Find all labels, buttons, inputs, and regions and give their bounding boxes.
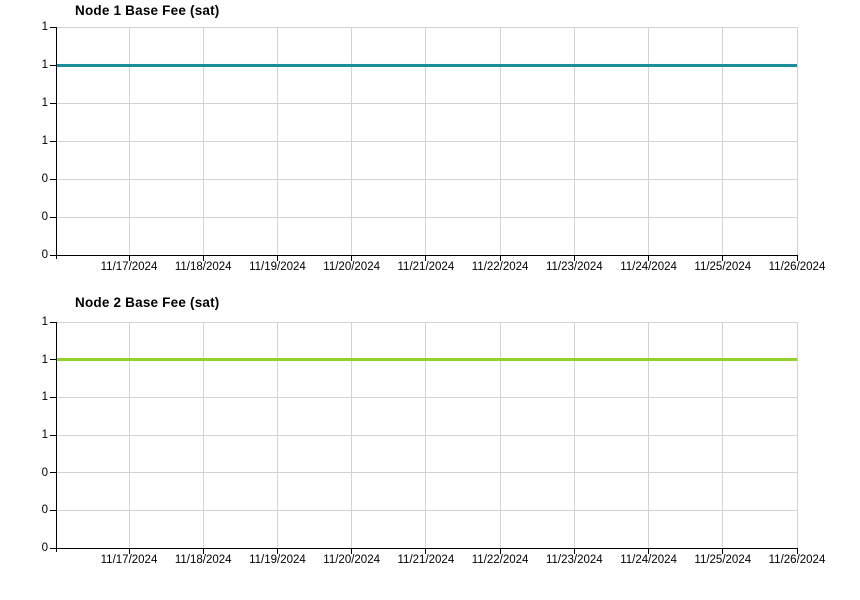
grid-line-horizontal [57, 140, 797, 142]
x-tick-label: 11/17/2024 [100, 554, 158, 566]
grid-line-vertical [648, 322, 650, 548]
x-axis-line [56, 255, 797, 256]
grid-line-horizontal [57, 434, 797, 436]
grid-line-vertical [722, 322, 724, 548]
grid-line-vertical [202, 322, 204, 548]
x-tick-label: 11/17/2024 [100, 261, 158, 273]
grid-line-vertical [128, 322, 130, 548]
y-tick-label: 1 [41, 59, 48, 71]
y-tick-label: 1 [41, 353, 48, 366]
series-line-node-2-base-fee [57, 358, 797, 362]
y-tick-label: 1 [41, 429, 48, 441]
x-tick-label: 11/26/2024 [768, 554, 826, 566]
x-tick-label: 11/23/2024 [545, 554, 603, 566]
x-tick-label: 11/19/2024 [249, 261, 306, 273]
grid-line-vertical [351, 322, 353, 548]
y-tick-label: 1 [41, 21, 48, 33]
grid-line-vertical [425, 27, 427, 255]
grid-line-vertical [499, 27, 501, 255]
grid-line-horizontal [57, 509, 797, 511]
x-tick-label: 11/20/2024 [323, 554, 380, 566]
x-tick-label: 11/24/2024 [620, 261, 677, 273]
grid-line-vertical [425, 322, 427, 548]
y-tick-label: 0 [41, 211, 48, 223]
grid-line-horizontal [57, 396, 797, 398]
y-tick-label: 0 [41, 466, 48, 479]
x-tick-label: 11/26/2024 [768, 261, 826, 273]
y-tick-label: 1 [41, 97, 48, 109]
x-tick-label: 11/20/2024 [323, 261, 380, 273]
grid-line-vertical [796, 27, 798, 255]
grid-line-horizontal [57, 321, 797, 323]
x-tick-label: 11/18/2024 [174, 554, 232, 566]
y-tick-label: 1 [41, 391, 48, 404]
y-tick-label: 1 [41, 135, 48, 147]
series-line-node-1-base-fee [57, 63, 797, 67]
y-tick-label: 1 [41, 316, 48, 328]
y-tick-label: 0 [41, 504, 48, 517]
grid-line-vertical [202, 27, 204, 255]
grid-line-horizontal [57, 216, 797, 218]
grid-line-vertical [499, 322, 501, 548]
grid-line-vertical [128, 27, 130, 255]
grid-line-vertical [573, 27, 575, 255]
x-tick-label: 11/21/2024 [397, 554, 455, 566]
x-tick-label: 11/25/2024 [694, 261, 752, 273]
x-tick-label: 11/23/2024 [545, 261, 603, 273]
grid-line-horizontal [57, 472, 797, 474]
grid-line-vertical [276, 322, 278, 548]
grid-line-vertical [573, 322, 575, 548]
x-tick-label: 11/19/2024 [249, 554, 306, 566]
x-tick-label: 11/21/2024 [397, 261, 455, 273]
x-tick-label: 11/22/2024 [471, 261, 529, 273]
grid-line-vertical [276, 27, 278, 255]
base-fee-charts-page: Node 1 Base Fee (sat) 1 1 1 1 0 0 0 11/17/2024 1… [0, 0, 860, 600]
grid-line-vertical [796, 322, 798, 548]
x-tick-label: 11/18/2024 [174, 261, 232, 273]
node2-chart-title: Node 2 Base Fee (sat) [75, 295, 220, 310]
grid-line-vertical [648, 27, 650, 255]
y-tick-label: 0 [41, 249, 48, 261]
grid-line-vertical [351, 27, 353, 255]
x-tick-label: 11/25/2024 [694, 554, 752, 566]
grid-line-horizontal [57, 26, 797, 28]
y-axis-line [56, 322, 57, 552]
y-axis-line [56, 27, 57, 259]
x-tick-label: 11/22/2024 [471, 554, 529, 566]
x-axis-line [56, 548, 797, 549]
grid-line-horizontal [57, 178, 797, 180]
grid-line-vertical [722, 27, 724, 255]
x-tick-label: 11/24/2024 [620, 554, 677, 566]
grid-line-horizontal [57, 102, 797, 104]
y-tick-label: 0 [41, 173, 48, 185]
y-tick-label: 0 [41, 542, 48, 554]
node1-chart-title: Node 1 Base Fee (sat) [75, 3, 220, 18]
